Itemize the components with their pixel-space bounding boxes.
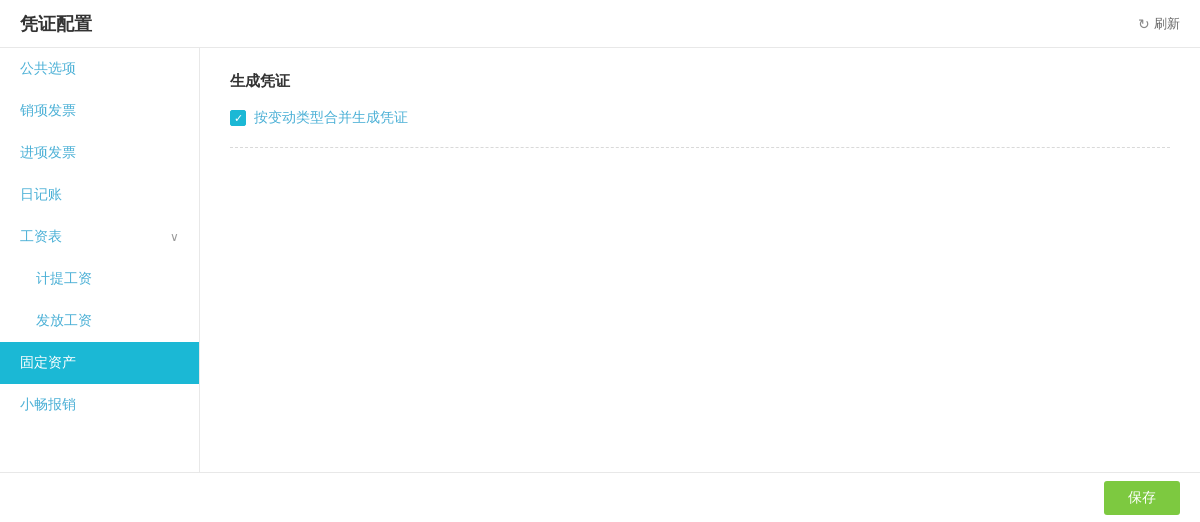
save-button[interactable]: 保存 bbox=[1104, 481, 1180, 515]
sidebar-item-label: 销项发票 bbox=[20, 102, 76, 120]
sidebar-item-label: 发放工资 bbox=[36, 312, 92, 330]
sidebar-item-label: 计提工资 bbox=[36, 270, 92, 288]
sidebar-item-payroll-table[interactable]: 工资表 ∨ bbox=[0, 216, 199, 258]
sidebar-item-public[interactable]: 公共选项 bbox=[0, 48, 199, 90]
content-area: 生成凭证 按变动类型合并生成凭证 bbox=[200, 48, 1200, 472]
sidebar-item-fixed-assets[interactable]: 固定资产 bbox=[0, 342, 199, 384]
sidebar-item-label: 日记账 bbox=[20, 186, 62, 204]
section-title: 生成凭证 bbox=[230, 72, 1170, 91]
sidebar-item-sales-invoice[interactable]: 销项发票 bbox=[0, 90, 199, 132]
checkbox-label: 按变动类型合并生成凭证 bbox=[254, 109, 408, 127]
main-content: 公共选项销项发票进项发票日记账工资表 ∨ 计提工资发放工资固定资产小畅报销 生成凭证… bbox=[0, 48, 1200, 472]
sidebar-item-journal[interactable]: 日记账 bbox=[0, 174, 199, 216]
sidebar-item-expense-claim[interactable]: 小畅报销 bbox=[0, 384, 199, 426]
sidebar-item-label: 固定资产 bbox=[20, 354, 76, 372]
sidebar-item-label: 小畅报销 bbox=[20, 396, 76, 414]
refresh-label: 刷新 bbox=[1154, 15, 1180, 33]
sidebar: 公共选项销项发票进项发票日记账工资表 ∨ 计提工资发放工资固定资产小畅报销 bbox=[0, 48, 200, 472]
checkbox-row: 按变动类型合并生成凭证 bbox=[230, 109, 1170, 127]
sidebar-item-label: 进项发票 bbox=[20, 144, 76, 162]
page-title: 凭证配置 bbox=[20, 12, 92, 36]
page-wrapper: 凭证配置 ↻ 刷新 公共选项销项发票进项发票日记账工资表 ∨ 计提工资发放工资固定资… bbox=[0, 0, 1200, 522]
sidebar-item-label: 工资表 bbox=[20, 228, 62, 246]
chevron-down-icon: ∨ bbox=[170, 230, 179, 244]
refresh-icon: ↻ bbox=[1138, 16, 1150, 32]
merge-checkbox[interactable] bbox=[230, 110, 246, 126]
refresh-button[interactable]: ↻ 刷新 bbox=[1138, 15, 1180, 33]
sidebar-item-pay-salary[interactable]: 发放工资 bbox=[0, 300, 199, 342]
page-footer: 保存 bbox=[0, 472, 1200, 522]
page-header: 凭证配置 ↻ 刷新 bbox=[0, 0, 1200, 48]
section-divider bbox=[230, 147, 1170, 148]
sidebar-item-label: 公共选项 bbox=[20, 60, 76, 78]
sidebar-item-purchase-invoice[interactable]: 进项发票 bbox=[0, 132, 199, 174]
sidebar-item-calc-salary[interactable]: 计提工资 bbox=[0, 258, 199, 300]
